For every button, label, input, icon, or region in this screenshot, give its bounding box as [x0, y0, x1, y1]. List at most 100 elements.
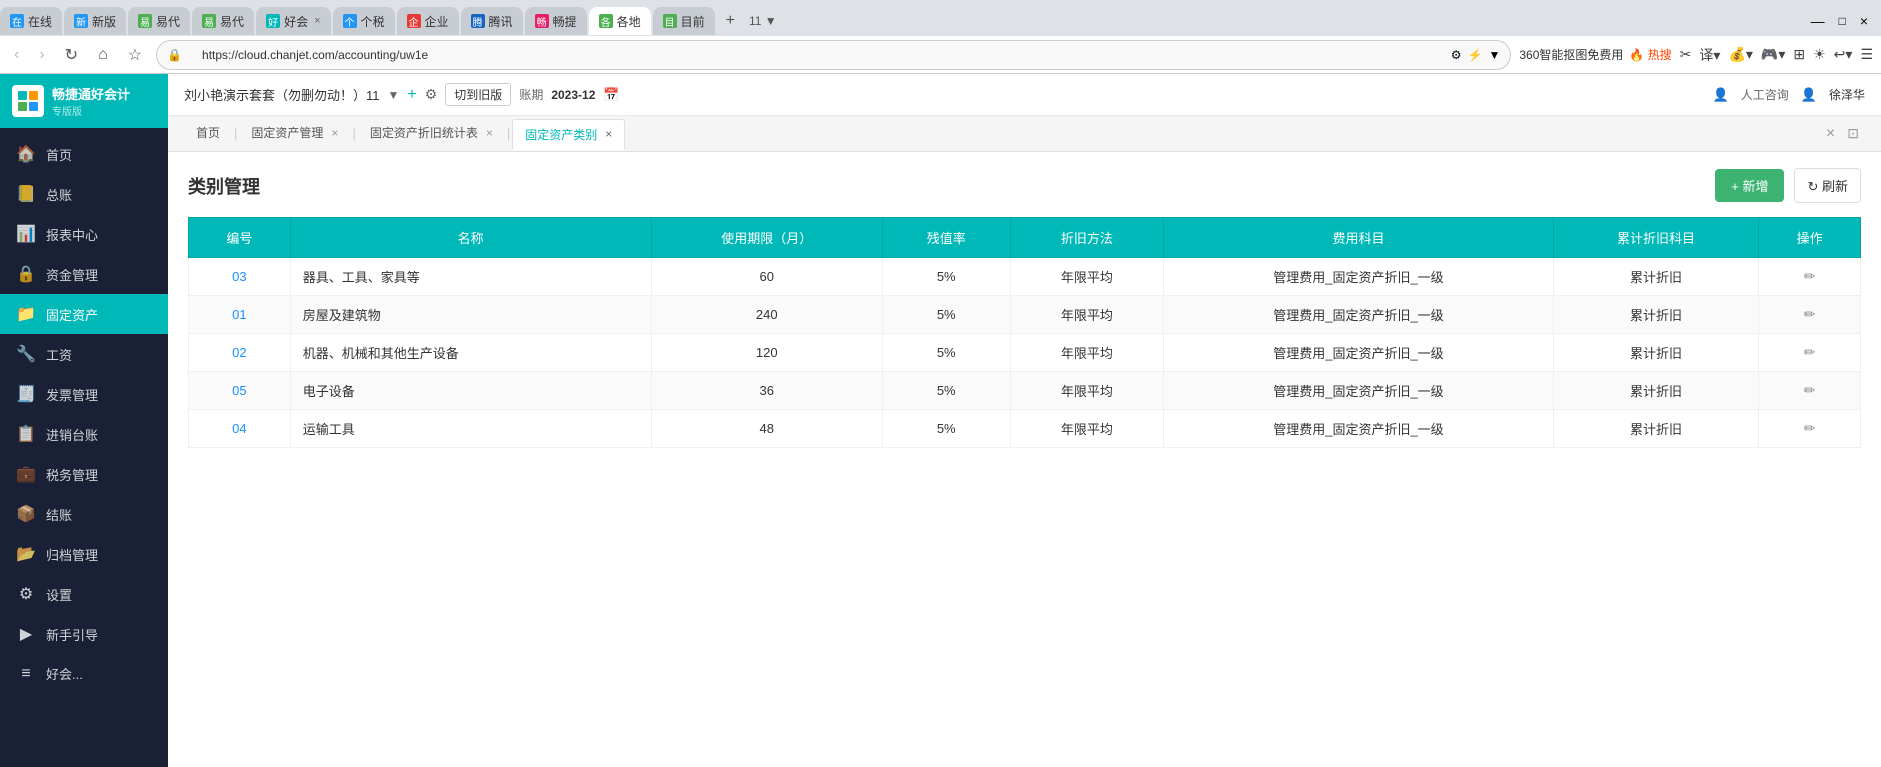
browser-tab-tax[interactable]: 个 个税 — [333, 7, 395, 35]
browser-tab-online[interactable]: 在 在线 — [0, 7, 62, 35]
row3-edit-btn[interactable]: ✏ — [1804, 344, 1816, 360]
row2-edit-btn[interactable]: ✏ — [1804, 306, 1816, 322]
row3-accum: 累计折旧 — [1553, 334, 1758, 372]
tab-depreciation[interactable]: 固定资产折旧统计表 × — [358, 118, 505, 149]
sidebar-item-settings[interactable]: ⚙ 设置 — [0, 574, 168, 614]
address-dropdown-btn[interactable]: ▼ — [1488, 48, 1500, 62]
payroll-nav-icon: 🔧 — [16, 344, 36, 364]
tab-category[interactable]: 固定资产类别 × — [512, 119, 625, 150]
sidebar-item-ledger[interactable]: 📒 总账 — [0, 174, 168, 214]
table-row: 02 机器、机械和其他生产设备 120 5% 年限平均 管理费用_固定资产折旧_… — [189, 334, 1861, 372]
sun-icon[interactable]: ☀ — [1813, 46, 1826, 63]
browser-tab-close-haokuai[interactable]: × — [314, 15, 320, 27]
inventory-nav-icon: 📋 — [16, 424, 36, 444]
grid-icon[interactable]: ⊞ — [1793, 46, 1805, 63]
sidebar-item-payroll[interactable]: 🔧 工资 — [0, 334, 168, 374]
browser-tab-gedi[interactable]: 各 各地 — [589, 7, 651, 35]
main-content: 刘小艳演示套套（勿删勿动！）11 ▼ + ⚙ 切到旧版 账期 2023-12 📅… — [168, 74, 1881, 767]
category-table: 编号 名称 使用期限（月） 残值率 折旧方法 费用科目 累计折旧科目 操作 03… — [188, 217, 1861, 448]
sidebar-item-inventory[interactable]: 📋 进销台账 — [0, 414, 168, 454]
browser-tab-tencent[interactable]: 腾 腾讯 — [461, 7, 523, 35]
game-icon[interactable]: 🎮▾ — [1761, 46, 1785, 63]
forward-btn[interactable]: › — [33, 44, 50, 66]
row5-accum: 累计折旧 — [1553, 410, 1758, 448]
page-header: 类别管理 + 新增 ↻ 刷新 — [188, 168, 1861, 203]
account-settings-btn[interactable]: ⚙ — [425, 86, 438, 103]
logo-text-area: 畅捷通好会计 专版版 — [52, 84, 130, 118]
switch-to-old-btn[interactable]: 切到旧版 — [445, 83, 511, 106]
new-tab-btn[interactable]: + — [721, 10, 740, 32]
refresh-nav-btn[interactable]: ↻ — [59, 43, 84, 67]
table-row: 05 电子设备 36 5% 年限平均 管理费用_固定资产折旧_一级 累计折旧 ✏ — [189, 372, 1861, 410]
sidebar-navigation: 🏠 首页 📒 总账 📊 报表中心 🔒 资金管理 📁 固定资产 🔧 工资 — [0, 128, 168, 767]
table-row: 03 器具、工具、家具等 60 5% 年限平均 管理费用_固定资产折旧_一级 累… — [189, 258, 1861, 296]
sidebar-item-reports[interactable]: 📊 报表中心 — [0, 214, 168, 254]
account-dropdown-btn[interactable]: ▼ — [388, 88, 400, 102]
home-nav-btn[interactable]: ⌂ — [92, 44, 114, 66]
row5-edit-btn[interactable]: ✏ — [1804, 420, 1816, 436]
tab-menu-btn[interactable]: 11 ▼ — [744, 12, 782, 30]
win-close-btn[interactable]: × — [1855, 13, 1873, 29]
browser-tab-enterprise[interactable]: 企 企业 — [397, 7, 459, 35]
period-value: 2023-12 — [551, 88, 595, 102]
site-info-btn[interactable]: ⚙ — [1451, 48, 1462, 62]
tab-category-close-btn[interactable]: × — [605, 127, 612, 141]
browser-tab-new[interactable]: 新 新版 — [64, 7, 126, 35]
search-label: 360智能抠图免费用 — [1519, 46, 1623, 63]
tab-fixed-mgmt-close-btn[interactable]: × — [331, 126, 338, 140]
hot-label: 🔥 热搜 — [1629, 46, 1671, 63]
app-header: 刘小艳演示套套（勿删勿动！）11 ▼ + ⚙ 切到旧版 账期 2023-12 📅… — [168, 74, 1881, 116]
tab-fixed-mgmt[interactable]: 固定资产管理 × — [239, 118, 350, 149]
browser-tab-changte[interactable]: 畅 畅提 — [525, 7, 587, 35]
win-minimize-btn[interactable]: — — [1806, 13, 1830, 29]
wallet-icon[interactable]: 💰▾ — [1728, 46, 1752, 63]
sidebar-item-invoices[interactable]: 🧾 发票管理 — [0, 374, 168, 414]
sidebar-item-fixed-assets-label: 固定资产 — [46, 305, 98, 324]
sidebar-item-fixed-assets[interactable]: 📁 固定资产 — [0, 294, 168, 334]
undo-icon[interactable]: ↩▾ — [1834, 46, 1853, 63]
table-header-row: 编号 名称 使用期限（月） 残值率 折旧方法 费用科目 累计折旧科目 操作 — [189, 218, 1861, 258]
sidebar-item-home[interactable]: 🏠 首页 — [0, 134, 168, 174]
col-residual: 残值率 — [882, 218, 1010, 258]
cut-icon[interactable]: ✂ — [1680, 46, 1692, 63]
tab-bar-close-btn[interactable]: × — [1820, 125, 1841, 143]
service-label[interactable]: 人工咨询 — [1741, 86, 1789, 103]
bookmark-btn[interactable]: ☆ — [122, 43, 148, 67]
calendar-btn[interactable]: 📅 — [603, 87, 619, 103]
closing-nav-icon: 📦 — [16, 504, 36, 524]
extension-btn[interactable]: ⚡ — [1468, 48, 1483, 62]
browser-tab-easy2[interactable]: 易 易代 — [192, 7, 254, 35]
sidebar-item-more[interactable]: ≡ 好会... — [0, 654, 168, 693]
back-btn[interactable]: ‹ — [8, 44, 25, 66]
service-icon: 👤 — [1713, 87, 1729, 103]
tab-bar-expand-btn[interactable]: ⊡ — [1841, 125, 1865, 142]
browser-tab-haokuai[interactable]: 好 好会 × — [256, 7, 330, 35]
sidebar-item-closing[interactable]: 📦 结账 — [0, 494, 168, 534]
home-nav-icon: 🏠 — [16, 144, 36, 164]
col-accum: 累计折旧科目 — [1553, 218, 1758, 258]
sidebar-item-guide[interactable]: ▶ 新手引导 — [0, 614, 168, 654]
sidebar-item-funds[interactable]: 🔒 资金管理 — [0, 254, 168, 294]
add-account-btn[interactable]: + — [407, 86, 416, 104]
menu-icon[interactable]: ☰ — [1860, 46, 1873, 63]
sidebar-item-more-label: 好会... — [46, 664, 83, 683]
row4-edit-btn[interactable]: ✏ — [1804, 382, 1816, 398]
user-name-display: 徐泽华 — [1829, 86, 1865, 103]
sidebar-item-ledger-label: 总账 — [46, 185, 72, 204]
tab-bar-actions: + 11 ▼ — [721, 10, 782, 32]
url-input[interactable] — [188, 44, 1445, 66]
table-row: 01 房屋及建筑物 240 5% 年限平均 管理费用_固定资产折旧_一级 累计折… — [189, 296, 1861, 334]
win-restore-btn[interactable]: □ — [1834, 14, 1851, 28]
row1-edit-btn[interactable]: ✏ — [1804, 268, 1816, 284]
tab-depreciation-close-btn[interactable]: × — [486, 126, 493, 140]
browser-tab-easy1[interactable]: 易 易代 — [128, 7, 190, 35]
tab-home[interactable]: 首页 — [184, 118, 232, 149]
sidebar-item-tax[interactable]: 💼 税务管理 — [0, 454, 168, 494]
add-category-btn[interactable]: + 新增 — [1715, 169, 1784, 202]
sidebar-item-payroll-label: 工资 — [46, 345, 72, 364]
browser-tab-mq[interactable]: 目 目前 — [653, 7, 715, 35]
refresh-btn[interactable]: ↻ 刷新 — [1794, 168, 1861, 203]
translate-icon[interactable]: 译▾ — [1699, 45, 1720, 65]
search-area: 360智能抠图免费用 🔥 热搜 — [1519, 46, 1671, 63]
sidebar-item-archive[interactable]: 📂 归档管理 — [0, 534, 168, 574]
